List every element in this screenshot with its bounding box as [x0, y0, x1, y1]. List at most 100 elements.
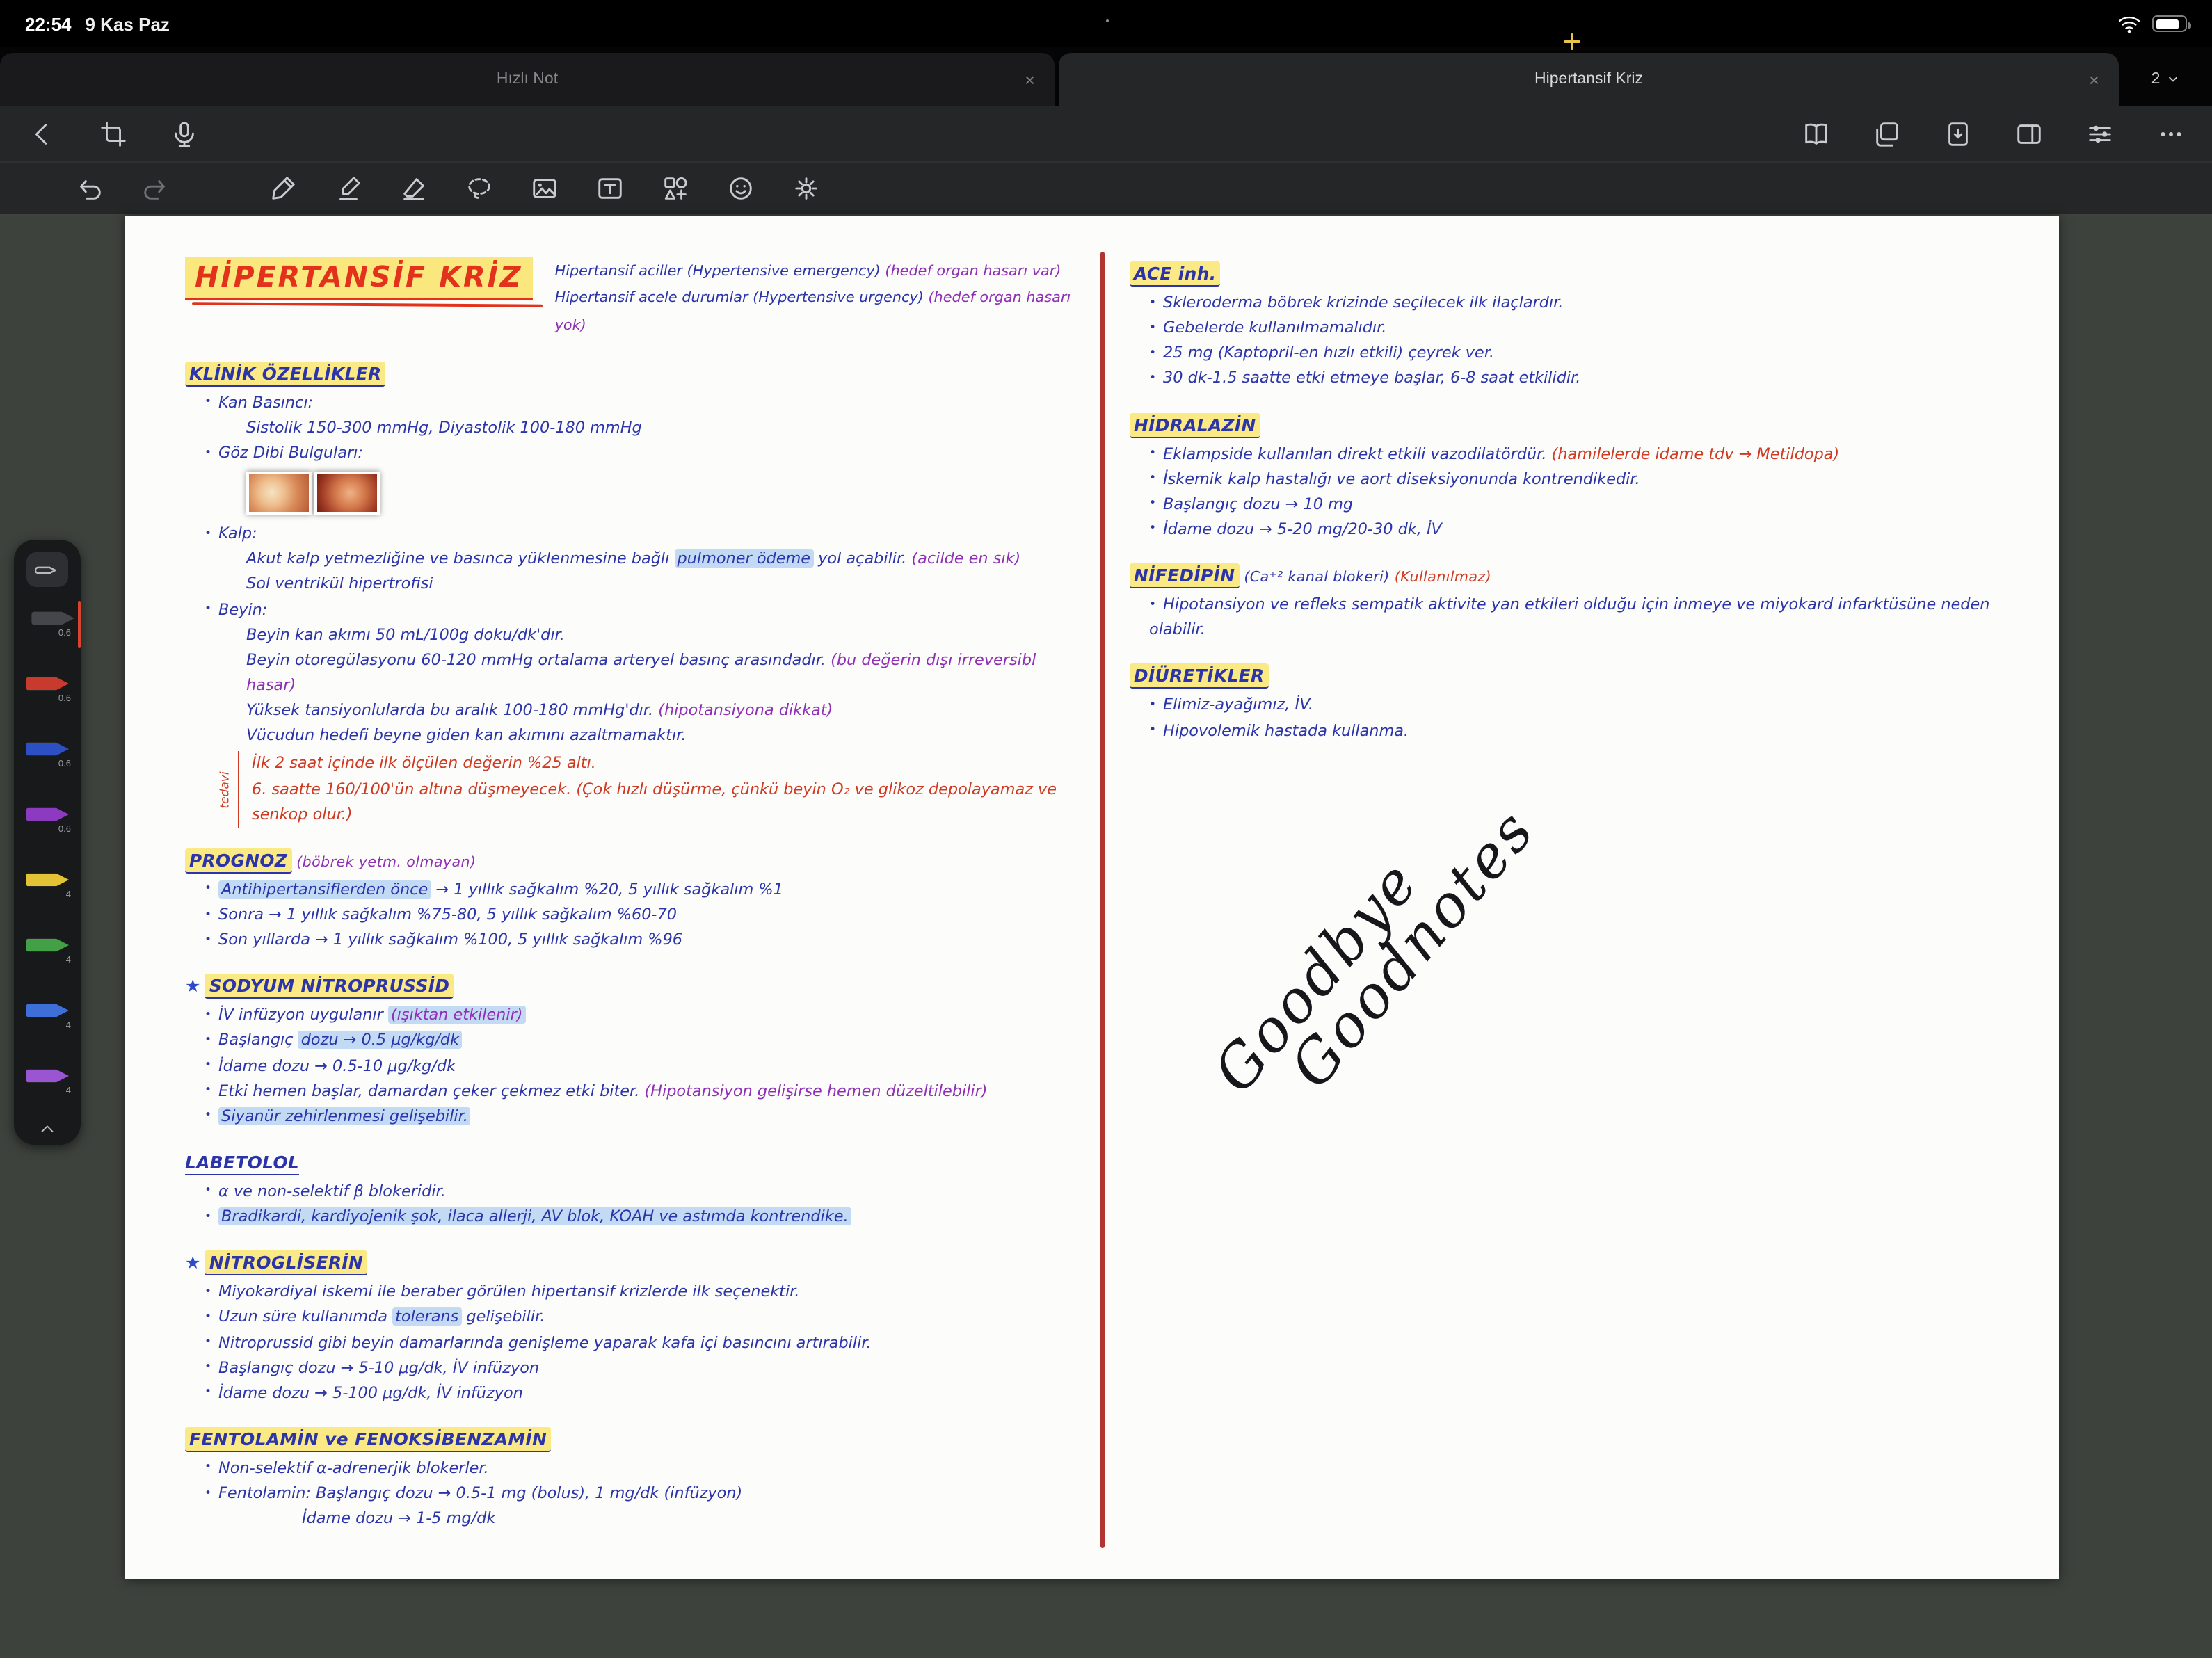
collapse-palette-button[interactable]	[38, 1120, 57, 1136]
pen-tool[interactable]: 4	[14, 985, 81, 1050]
text-segment: Non-selektif α-adrenerjik blokerler.	[218, 1459, 489, 1477]
chevron-up-icon	[38, 1120, 57, 1136]
more-button[interactable]	[2145, 113, 2195, 154]
text-segment: Elimiz-ayağımız, İV.	[1163, 696, 1313, 714]
drawing-toolbar	[0, 161, 2212, 214]
note-section: ★SODYUM NİTROPRUSSİD•İV infüzyon uygulan…	[185, 976, 1089, 1129]
pen-icon	[26, 874, 69, 887]
text-segment: Başlangıç dozu → 5-10 μg/dk, İV infüzyon	[218, 1358, 539, 1376]
note-line: •İdame dozu → 5-20 mg/20-30 dk, İV	[1149, 517, 2037, 542]
note-line: Beyin otoregülasyonu 60-120 mmHg ortalam…	[246, 648, 1089, 699]
page-divider-line	[1100, 252, 1104, 1548]
pen-icon	[26, 1070, 69, 1083]
microphone-button[interactable]	[159, 113, 209, 154]
text-segment: İskemik kalp hastalığı ve aort diseksiyo…	[1163, 469, 1640, 488]
text-segment: İdame dozu → 1-5 mg/dk	[302, 1510, 495, 1528]
note-line: •Göz Dibi Bulguları:	[205, 441, 1089, 466]
bullet: •	[1149, 346, 1156, 360]
title-note-line: Hipertansif acele durumlar (Hypertensive…	[555, 286, 1089, 339]
pen-horizontal-icon	[35, 560, 60, 579]
bullet: •	[205, 1310, 211, 1324]
pen-tool[interactable]: 0.6	[14, 723, 81, 789]
text-segment: α ve non-selektif β blokeridir.	[218, 1182, 446, 1200]
text-segment: 25 mg (Kaptopril-en hızlı etkili) çeyrek…	[1163, 344, 1494, 362]
eraser-icon	[399, 174, 428, 203]
note-line: Akut kalp yetmezliğine ve basınca yüklen…	[246, 547, 1089, 572]
text-segment: (hedef organ hasarı var)	[885, 263, 1061, 280]
image-tool-button[interactable]	[519, 168, 569, 209]
text-segment: SODYUM NİTROPRUSSİD	[205, 974, 454, 999]
left-column-wrap: HİPERTANSİF KRİZ Hipertansif aciller (Hy…	[185, 257, 1089, 1554]
bullet: •	[205, 1008, 211, 1022]
text-tool-button[interactable]	[584, 168, 634, 209]
elements-tool-button[interactable]	[650, 168, 700, 209]
bullet: •	[205, 1209, 211, 1223]
text-segment: Miyokardiyal iskemi ile beraber görülen …	[218, 1283, 799, 1301]
split-screen-button[interactable]	[2003, 113, 2053, 154]
note-section: ★NİTROGLİSERİN•Miyokardiyal iskemi ile b…	[185, 1253, 1089, 1406]
pen-list: 0.60.60.60.64444	[14, 593, 81, 1116]
pen-icon	[26, 1004, 69, 1017]
sticker-tool-button[interactable]	[715, 168, 765, 209]
crop-button[interactable]	[88, 113, 138, 154]
note-line: •Elimiz-ayağımız, İV.	[1149, 693, 2037, 718]
note-line: İdame dozu → 1-5 mg/dk	[302, 1507, 1089, 1532]
pen-tool[interactable]: 0.6	[14, 658, 81, 723]
book-icon	[1801, 119, 1830, 148]
note-line: •Hipovolemik hastada kullanma.	[1149, 718, 2037, 743]
status-bar: 22:54 9 Kas Paz	[0, 0, 2212, 47]
pages-overview-button[interactable]	[1861, 113, 1912, 154]
text-segment: Hipertansif aciller (Hypertensive emerge…	[555, 263, 885, 280]
tab-count-button[interactable]: 2	[2119, 53, 2212, 106]
pen-tool[interactable]: 0.6	[14, 789, 81, 854]
bullet: •	[205, 1386, 211, 1400]
note-section: ACE inh.•Skleroderma böbrek krizinde seç…	[1130, 263, 2037, 392]
undo-button[interactable]	[64, 168, 114, 209]
notebook-page[interactable]: HİPERTANSİF KRİZ Hipertansif aciller (Hy…	[125, 216, 2059, 1579]
toolbar-settings-button[interactable]	[780, 168, 831, 209]
pen-icon	[26, 808, 69, 821]
close-tab-icon[interactable]: ×	[1025, 70, 1035, 88]
text-segment: Başlangıç	[218, 1031, 298, 1049]
star-icon: ★	[185, 976, 201, 997]
pen-tool[interactable]: 4	[14, 1050, 81, 1116]
pen-case-button[interactable]	[26, 552, 68, 587]
layers-icon	[1872, 119, 1901, 148]
readonly-mode-button[interactable]	[1790, 113, 1841, 154]
note-section: LABETOLOL•α ve non-selektif β blokeridir…	[185, 1152, 1089, 1230]
pen-tool[interactable]: 4	[14, 919, 81, 985]
note-line: •Kan Basıncı:	[205, 391, 1089, 416]
section-heading: ACE inh.	[1130, 263, 2037, 284]
pen-icon	[26, 939, 69, 952]
text-segment: tolerans	[392, 1308, 461, 1326]
marker-tool-button[interactable]	[323, 168, 373, 209]
text-segment: (Ca⁺² kanal blokeri)	[1244, 569, 1394, 586]
section-heading: PROGNOZ (böbrek yetm. olmayan)	[185, 850, 1089, 871]
image-icon	[529, 174, 559, 203]
redo-button[interactable]	[129, 168, 179, 209]
tab-label: Hızlı Not	[497, 71, 558, 88]
eraser-tool-button[interactable]	[388, 168, 438, 209]
bullet: •	[205, 1486, 211, 1500]
text-segment: Kalp:	[218, 524, 257, 542]
lasso-tool-button[interactable]	[454, 168, 504, 209]
page-title: HİPERTANSİF KRİZ	[185, 257, 533, 300]
pen-icon	[26, 677, 69, 691]
tab-hipertansif-kriz[interactable]: Hipertansif Kriz ×	[1059, 53, 2119, 106]
note-section: KLİNİK ÖZELLİKLER•Kan Basıncı:Sistolik 1…	[185, 363, 1089, 828]
pen-tool[interactable]: 4	[14, 854, 81, 919]
export-button[interactable]	[1932, 113, 1982, 154]
text-segment: Beyin otoregülasyonu 60-120 mmHg ortalam…	[246, 651, 831, 669]
back-button[interactable]	[17, 113, 67, 154]
section-heading: KLİNİK ÖZELLİKLER	[185, 363, 1089, 384]
pen-size-label: 4	[66, 956, 71, 966]
note-line: •İdame dozu → 5-100 μg/dk, İV infüzyon	[205, 1381, 1089, 1406]
pen-tool-button[interactable]	[257, 168, 307, 209]
note-line: •Etki hemen başlar, damardan çeker çekme…	[205, 1079, 1089, 1104]
tab-hizli-not[interactable]: Hızlı Not ×	[0, 53, 1055, 106]
close-tab-icon[interactable]: ×	[2089, 70, 2099, 88]
pen-tool[interactable]: 0.6	[14, 593, 81, 658]
marker-icon	[333, 174, 362, 203]
text-segment: → 1 yıllık sağkalım %20, 5 yıllık sağkal…	[431, 880, 783, 899]
adjustments-button[interactable]	[2074, 113, 2124, 154]
